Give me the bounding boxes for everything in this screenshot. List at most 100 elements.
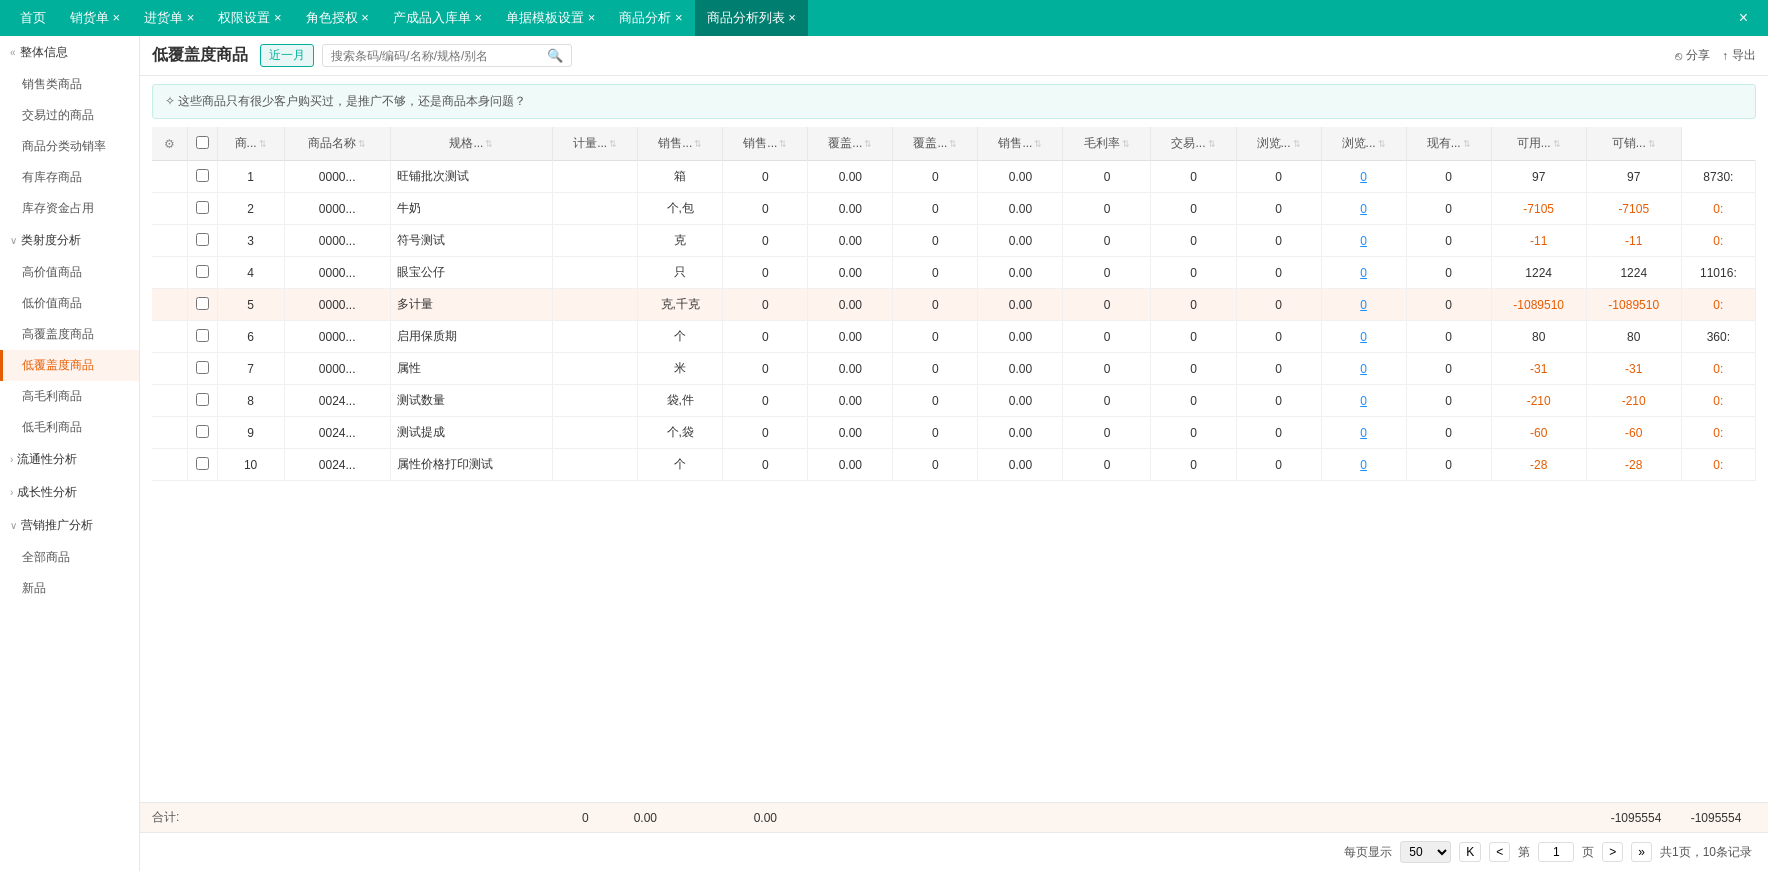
row-sales-qty: 0 xyxy=(723,257,808,289)
sidebar-item-new-products[interactable]: 新品 xyxy=(0,573,139,604)
row-check-9[interactable] xyxy=(196,457,209,470)
nav-templates[interactable]: 单据模板设置 × xyxy=(494,0,607,36)
row-checkbox[interactable] xyxy=(187,225,217,257)
nav-products[interactable]: 产成品入库单 × xyxy=(381,0,494,36)
col-browse1[interactable]: 浏览...⇅ xyxy=(1236,127,1321,161)
prev-page-btn[interactable]: < xyxy=(1489,842,1510,862)
row-cover1: 0 xyxy=(893,193,978,225)
sidebar-item-stocked[interactable]: 有库存商品 xyxy=(0,162,139,193)
col-unit[interactable]: 计量...⇅ xyxy=(553,127,638,161)
nav-permissions[interactable]: 权限设置 × xyxy=(206,0,293,36)
col-name[interactable]: 商品名称⇅ xyxy=(284,127,390,161)
last-page-btn[interactable]: » xyxy=(1631,842,1652,862)
row-browse1[interactable]: 0 xyxy=(1321,353,1406,385)
row-browse1[interactable]: 0 xyxy=(1321,193,1406,225)
row-check-1[interactable] xyxy=(196,201,209,214)
period-button[interactable]: 近一月 xyxy=(260,44,314,67)
sidebar-item-category-rate[interactable]: 商品分类动销率 xyxy=(0,131,139,162)
sidebar-item-high-gross[interactable]: 高毛利商品 xyxy=(0,381,139,412)
row-check-0[interactable] xyxy=(196,169,209,182)
col-saleable[interactable]: 可销...⇅ xyxy=(1586,127,1681,161)
row-checkbox[interactable] xyxy=(187,449,217,481)
row-browse1[interactable]: 0 xyxy=(1321,257,1406,289)
nav-home[interactable]: 首页 xyxy=(8,0,58,36)
first-page-btn[interactable]: K xyxy=(1459,842,1481,862)
sidebar-item-low-coverage[interactable]: 低覆盖度商品 xyxy=(0,350,139,381)
share-button[interactable]: ⎋ 分享 xyxy=(1675,47,1710,64)
sidebar-section-overall[interactable]: « 整体信息 xyxy=(0,36,139,69)
col-sales-qty[interactable]: 销售...⇅ xyxy=(638,127,723,161)
sidebar-section-growth[interactable]: › 成长性分析 xyxy=(0,476,139,509)
sort-icon-sales-amt: ⇅ xyxy=(779,139,787,149)
sidebar-item-all-products[interactable]: 全部商品 xyxy=(0,542,139,573)
row-browse1[interactable]: 0 xyxy=(1321,417,1406,449)
row-checkbox[interactable] xyxy=(187,257,217,289)
row-check-3[interactable] xyxy=(196,265,209,278)
next-page-btn[interactable]: > xyxy=(1602,842,1623,862)
row-settings xyxy=(152,417,187,449)
nav-close-btn[interactable]: × xyxy=(1727,9,1760,27)
col-cover2[interactable]: 覆盖...⇅ xyxy=(893,127,978,161)
row-browse1[interactable]: 0 xyxy=(1321,289,1406,321)
row-cover2: 0.00 xyxy=(978,353,1063,385)
nav-analysis-list[interactable]: 商品分析列表 × xyxy=(695,0,808,36)
row-checkbox[interactable] xyxy=(187,417,217,449)
col-gross[interactable]: 毛利率⇅ xyxy=(1063,127,1151,161)
row-checkbox[interactable] xyxy=(187,161,217,193)
col-code[interactable]: 商...⇅ xyxy=(217,127,284,161)
sidebar-item-stock-capital[interactable]: 库存资金占用 xyxy=(0,193,139,224)
row-sales-amt: 0.00 xyxy=(808,385,893,417)
col-sales2[interactable]: 销售...⇅ xyxy=(978,127,1063,161)
select-all-checkbox[interactable] xyxy=(196,136,209,149)
sidebar-item-high-value[interactable]: 高价值商品 xyxy=(0,257,139,288)
nav-roles[interactable]: 角色授权 × xyxy=(294,0,381,36)
sidebar-item-traded-products[interactable]: 交易过的商品 xyxy=(0,100,139,131)
row-spec xyxy=(553,417,638,449)
row-check-4[interactable] xyxy=(196,297,209,310)
col-browse2[interactable]: 浏览...⇅ xyxy=(1321,127,1406,161)
col-settings[interactable]: ⚙ xyxy=(152,127,187,161)
col-available[interactable]: 可用...⇅ xyxy=(1491,127,1586,161)
nav-sales[interactable]: 销货单 × xyxy=(58,0,132,36)
col-checkbox[interactable] xyxy=(187,127,217,161)
export-button[interactable]: ↑ 导出 xyxy=(1722,47,1756,64)
sidebar-item-low-gross[interactable]: 低毛利商品 xyxy=(0,412,139,443)
sidebar-section-circulation[interactable]: › 流通性分析 xyxy=(0,443,139,476)
sidebar-section-marketing[interactable]: ∨ 营销推广分析 xyxy=(0,509,139,542)
row-browse1[interactable]: 0 xyxy=(1321,385,1406,417)
sidebar-section-overall-label: 整体信息 xyxy=(20,44,68,61)
col-cover1[interactable]: 覆盖...⇅ xyxy=(808,127,893,161)
sidebar-item-low-value[interactable]: 低价值商品 xyxy=(0,288,139,319)
row-checkbox[interactable] xyxy=(187,289,217,321)
row-check-6[interactable] xyxy=(196,361,209,374)
sidebar-item-high-coverage[interactable]: 高覆盖度商品 xyxy=(0,319,139,350)
row-check-7[interactable] xyxy=(196,393,209,406)
row-checkbox[interactable] xyxy=(187,385,217,417)
col-sales-amt[interactable]: 销售...⇅ xyxy=(723,127,808,161)
search-input[interactable] xyxy=(331,49,547,63)
sidebar-section-coverage[interactable]: ∨ 类射度分析 xyxy=(0,224,139,257)
row-no: 10 xyxy=(217,449,284,481)
nav-analysis[interactable]: 商品分析 × xyxy=(607,0,694,36)
col-spec[interactable]: 规格...⇅ xyxy=(390,127,553,161)
row-check-8[interactable] xyxy=(196,425,209,438)
collapse-sidebar-icon[interactable]: « xyxy=(10,47,16,58)
nav-purchase[interactable]: 进货单 × xyxy=(132,0,206,36)
row-browse1[interactable]: 0 xyxy=(1321,449,1406,481)
row-checkbox[interactable] xyxy=(187,353,217,385)
sidebar-item-sales-products[interactable]: 销售类商品 xyxy=(0,69,139,100)
per-page-select[interactable]: 50 10 20 100 xyxy=(1400,841,1451,863)
col-trade[interactable]: 交易...⇅ xyxy=(1151,127,1236,161)
row-trade: 0 xyxy=(1236,417,1321,449)
current-page-input[interactable] xyxy=(1538,842,1574,862)
col-current[interactable]: 现有...⇅ xyxy=(1406,127,1491,161)
row-unit: 袋,件 xyxy=(638,385,723,417)
row-browse1[interactable]: 0 xyxy=(1321,161,1406,193)
row-browse1[interactable]: 0 xyxy=(1321,321,1406,353)
row-check-2[interactable] xyxy=(196,233,209,246)
row-checkbox[interactable] xyxy=(187,321,217,353)
row-browse2: 0 xyxy=(1406,257,1491,289)
row-check-5[interactable] xyxy=(196,329,209,342)
row-browse1[interactable]: 0 xyxy=(1321,225,1406,257)
row-checkbox[interactable] xyxy=(187,193,217,225)
